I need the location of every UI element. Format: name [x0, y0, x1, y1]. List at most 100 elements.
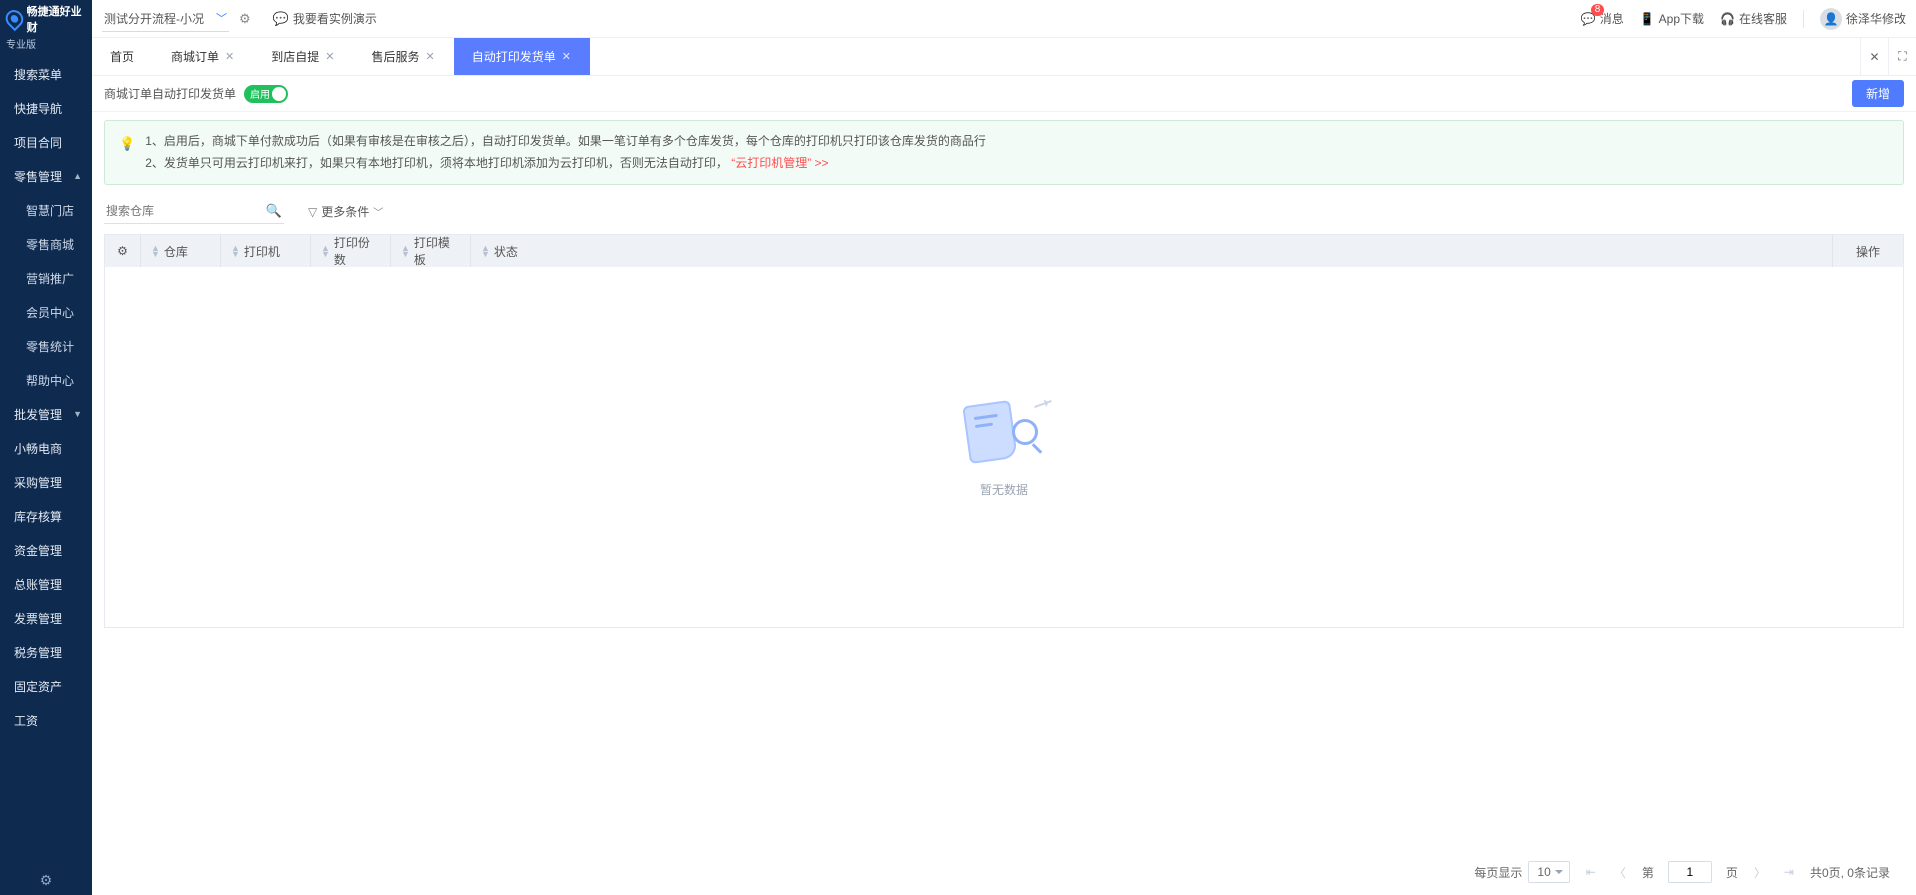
close-icon[interactable]: ✕: [325, 50, 334, 63]
close-icon[interactable]: ✕: [426, 50, 435, 63]
app-download-link[interactable]: 📱 App下载: [1640, 10, 1704, 27]
page-title: 商城订单自动打印发货单: [104, 85, 236, 102]
page-size: 每页显示 10: [1474, 861, 1569, 883]
th-template[interactable]: ▲▼ 打印模板: [391, 235, 471, 267]
gear-icon: ⚙: [117, 244, 128, 258]
next-page-button[interactable]: 〉: [1752, 864, 1768, 881]
messages-link[interactable]: 💬 消息 8: [1581, 10, 1624, 27]
headset-icon: 🎧: [1720, 12, 1735, 26]
sidebar-item[interactable]: 工资: [0, 703, 92, 737]
lightbulb-icon: 💡: [119, 132, 135, 174]
tab[interactable]: 自动打印发货单✕: [454, 38, 590, 75]
sidebar-item[interactable]: 固定资产: [0, 669, 92, 703]
messages-badge: 8: [1591, 4, 1605, 16]
tabs: 首页商城订单✕到店自提✕售后服务✕自动打印发货单✕: [92, 38, 590, 75]
sidebar-item[interactable]: 搜索菜单: [0, 57, 92, 91]
pager: 每页显示 10 ⇤ 〈 第 页 〉 ⇥ 共0页, 0条记录: [104, 849, 1904, 895]
divider: [1803, 10, 1804, 28]
brand: 畅捷通好业财: [0, 0, 92, 38]
info-line-2: 2、发货单只可用云打印机来打，如果只有本地打印机，须将本地打印机添加为云打印机，…: [145, 156, 728, 170]
info-line-2-wrap: 2、发货单只可用云打印机来打，如果只有本地打印机，须将本地打印机添加为云打印机，…: [145, 153, 986, 175]
project-settings-icon[interactable]: ⚙: [239, 11, 251, 27]
prev-page-button[interactable]: 〈: [1612, 864, 1628, 881]
cs-label: 在线客服: [1739, 10, 1787, 27]
avatar-icon: 👤: [1820, 8, 1842, 30]
page-subbar: 商城订单自动打印发货单 启用 新增: [92, 76, 1916, 112]
sidebar-item[interactable]: 快捷导航: [0, 91, 92, 125]
project-name: 测试分开流程-小况: [104, 10, 204, 27]
sidebar-item[interactable]: 零售管理▲: [0, 159, 92, 193]
search-icon[interactable]: 🔍: [266, 203, 282, 219]
close-all-tabs[interactable]: ✕: [1860, 38, 1888, 75]
sidebar-item[interactable]: 发票管理: [0, 601, 92, 635]
table: ⚙ ▲▼ 仓库 ▲▼ 打印机 ▲▼ 打印份数 ▲▼: [104, 234, 1904, 628]
sidebar-nav: 搜索菜单快捷导航项目合同零售管理▲智慧门店零售商城营销推广会员中心零售统计帮助中…: [0, 57, 92, 865]
new-button[interactable]: 新增: [1852, 80, 1904, 107]
sidebar-subitem[interactable]: 营销推广: [0, 261, 92, 295]
demo-link[interactable]: 💬 我要看实例演示: [273, 10, 377, 27]
first-page-button[interactable]: ⇤: [1584, 865, 1598, 879]
last-page-button[interactable]: ⇥: [1782, 865, 1796, 879]
cloud-printer-link[interactable]: “云打印机管理” >>: [731, 156, 828, 170]
speech-icon: 💬: [273, 11, 289, 27]
sidebar-item[interactable]: 小畅电商: [0, 431, 92, 465]
th-printer[interactable]: ▲▼ 打印机: [221, 235, 311, 267]
sidebar-item[interactable]: 采购管理: [0, 465, 92, 499]
info-line-1: 1、启用后，商城下单付款成功后（如果有审核是在审核之后），自动打印发货单。如果一…: [145, 131, 986, 153]
user-name: 徐泽华修改: [1846, 10, 1906, 27]
support-link[interactable]: 🎧 在线客服: [1720, 10, 1787, 27]
user-menu[interactable]: 👤 徐泽华修改: [1820, 8, 1906, 30]
tab[interactable]: 首页: [92, 38, 153, 75]
sidebar-item[interactable]: 税务管理: [0, 635, 92, 669]
page-size-label: 每页显示: [1474, 864, 1522, 881]
sidebar: 畅捷通好业财 专业版 搜索菜单快捷导航项目合同零售管理▲智慧门店零售商城营销推广…: [0, 0, 92, 895]
th-copies[interactable]: ▲▼ 打印份数: [311, 235, 391, 267]
enable-toggle[interactable]: 启用: [244, 85, 288, 103]
toggle-dot: [272, 87, 286, 101]
chevron-down-icon: ﹀: [373, 204, 383, 219]
sidebar-settings[interactable]: ⚙: [0, 865, 92, 895]
sidebar-subitem[interactable]: 帮助中心: [0, 363, 92, 397]
filters: 🔍 ▽ 更多条件 ﹀: [104, 199, 1904, 224]
th-status[interactable]: ▲▼ 状态: [471, 235, 1833, 267]
page-input[interactable]: [1668, 861, 1712, 883]
sidebar-item[interactable]: 资金管理: [0, 533, 92, 567]
sidebar-subitem[interactable]: 智慧门店: [0, 193, 92, 227]
header: 测试分开流程-小况 ﹀ ⚙ 💬 我要看实例演示 💬 消息 8 📱 App下载: [92, 0, 1916, 38]
sidebar-subitem[interactable]: 零售统计: [0, 329, 92, 363]
th-settings[interactable]: ⚙: [105, 235, 141, 267]
table-body: 暂无数据: [105, 267, 1903, 627]
brand-edition: 专业版: [0, 36, 92, 51]
sidebar-item[interactable]: 总账管理: [0, 567, 92, 601]
empty-text: 暂无数据: [980, 481, 1028, 498]
tab[interactable]: 商城订单✕: [153, 38, 253, 75]
fullscreen-toggle[interactable]: ⛶: [1888, 38, 1916, 75]
sidebar-item[interactable]: 批发管理▼: [0, 397, 92, 431]
content: 💡 1、启用后，商城下单付款成功后（如果有审核是在审核之后），自动打印发货单。如…: [92, 112, 1916, 895]
app-label: App下载: [1659, 10, 1704, 27]
page-size-select[interactable]: 10: [1528, 861, 1569, 883]
th-warehouse[interactable]: ▲▼ 仓库: [141, 235, 221, 267]
close-icon[interactable]: ✕: [562, 50, 571, 63]
close-icon[interactable]: ✕: [225, 50, 234, 63]
more-filters-label: 更多条件: [321, 203, 369, 220]
info-text: 1、启用后，商城下单付款成功后（如果有审核是在审核之后），自动打印发货单。如果一…: [145, 131, 986, 174]
sidebar-subitem[interactable]: 会员中心: [0, 295, 92, 329]
gear-icon: ⚙: [40, 872, 53, 889]
funnel-icon: ▽: [308, 205, 317, 219]
more-filters[interactable]: ▽ 更多条件 ﹀: [308, 203, 383, 220]
page-prefix: 第: [1642, 864, 1654, 881]
search-wrap: 🔍: [104, 199, 284, 224]
chevron-down-icon: ﹀: [216, 10, 227, 26]
toggle-label: 启用: [250, 86, 270, 101]
tab[interactable]: 售后服务✕: [353, 38, 453, 75]
sidebar-subitem[interactable]: 零售商城: [0, 227, 92, 261]
th-action: 操作: [1833, 235, 1903, 267]
tab[interactable]: 到店自提✕: [253, 38, 353, 75]
sidebar-item[interactable]: 项目合同: [0, 125, 92, 159]
warehouse-search-input[interactable]: [104, 199, 284, 223]
page-total: 共0页, 0条记录: [1810, 864, 1890, 881]
project-selector[interactable]: 测试分开流程-小况 ﹀: [102, 6, 229, 32]
sidebar-item[interactable]: 库存核算: [0, 499, 92, 533]
brand-logo-icon: [2, 7, 26, 31]
